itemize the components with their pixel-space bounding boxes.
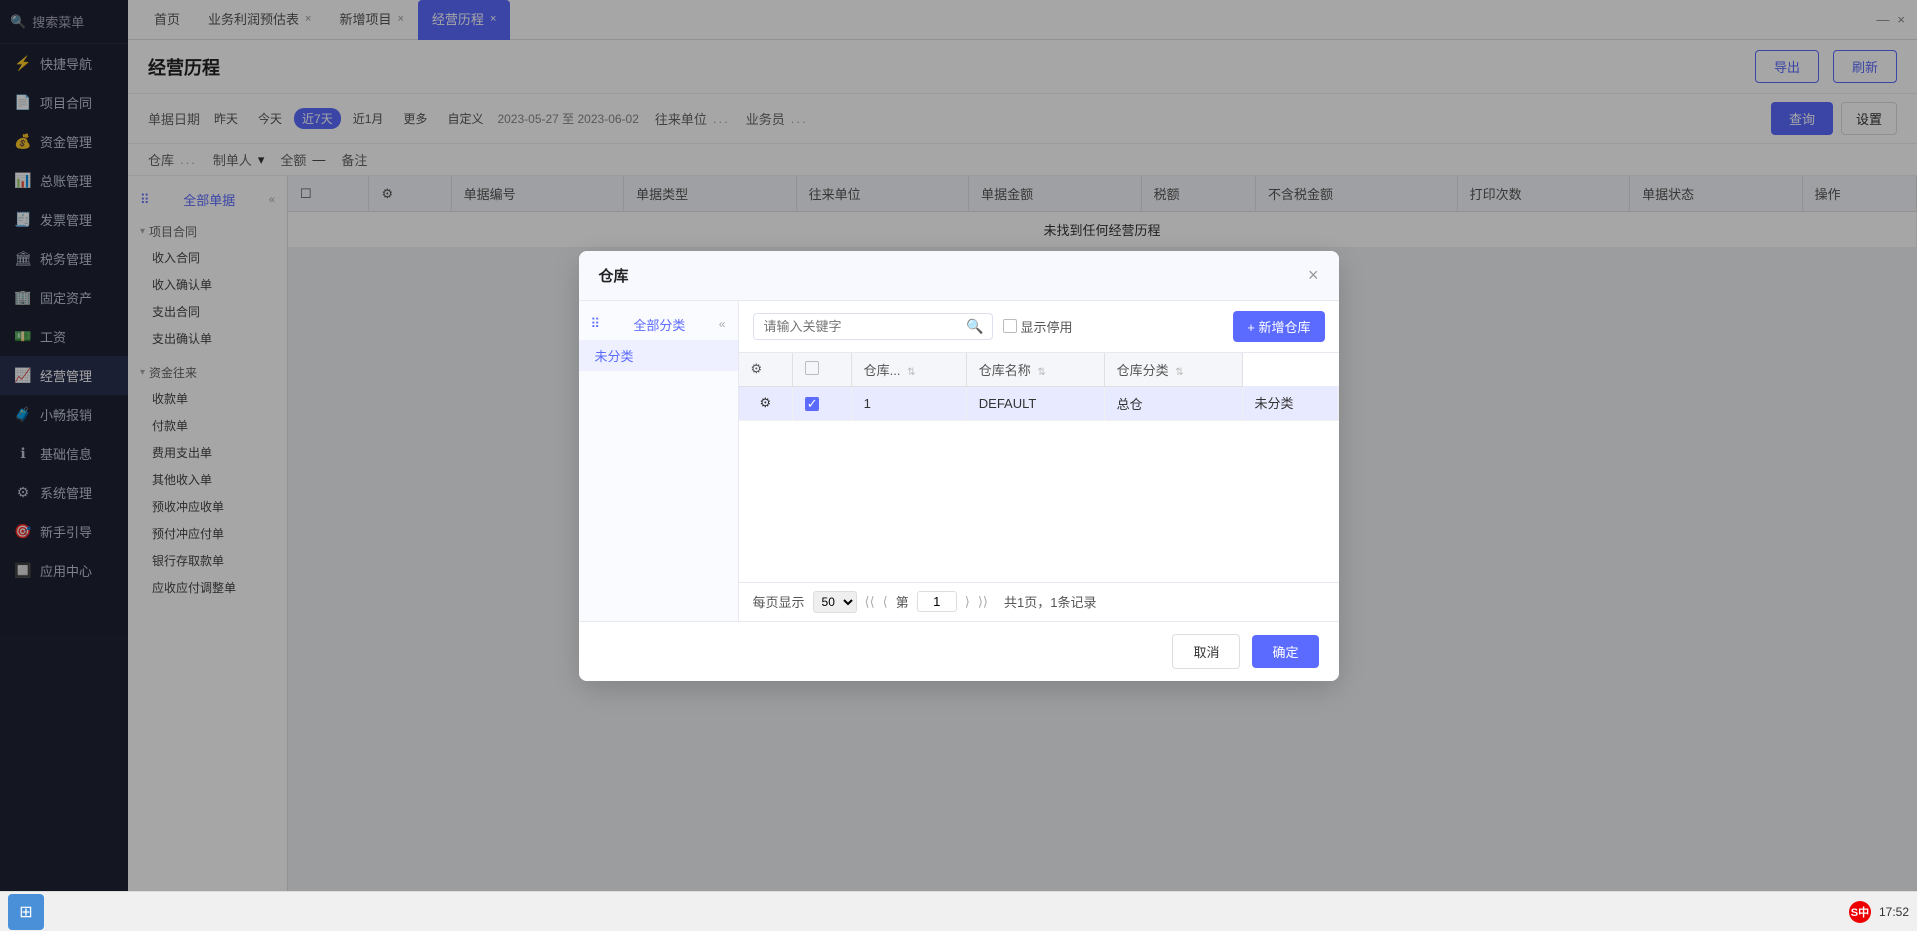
wh-row-code: DEFAULT [966,386,1104,420]
wh-col-category-label: 仓库分类 [1117,363,1169,378]
warehouse-row[interactable]: ⚙ ✓ 1 DEFAULT 总仓 未分类 [739,386,1339,420]
warehouse-table: ⚙ 仓库... ⇅ 仓库名称 ⇅ [739,353,1339,582]
sogou-icon[interactable]: S中 [1849,901,1871,923]
modal-overlay: 仓库 × ⠿ 全部分类 « 未分类 🔍 [0,0,1917,931]
search-input-wrap: 🔍 [753,313,993,340]
wh-col-gear[interactable]: ⚙ [739,353,793,387]
wh-row-gear[interactable]: ⚙ [739,386,793,420]
confirm-button[interactable]: 确定 [1252,635,1318,668]
cancel-button[interactable]: 取消 [1172,634,1240,669]
wh-row-id: 1 [851,386,966,420]
wh-checkbox-all[interactable] [805,361,819,375]
wh-col-name-sort[interactable]: ⇅ [1037,367,1045,378]
modal-header: 仓库 × [579,251,1339,301]
wh-col-category-sort[interactable]: ⇅ [1175,367,1183,378]
modal-last-page-icon[interactable]: ⟩⟩ [978,594,988,610]
modal-prev-page-icon[interactable]: ⟨ [883,594,888,610]
disabled-checkbox[interactable] [1003,319,1017,333]
category-item-unclassified[interactable]: 未分类 [579,340,738,371]
wh-row-checkbox-icon[interactable]: ✓ [805,397,819,411]
wh-row-checkbox[interactable]: ✓ [793,386,851,420]
warehouse-modal: 仓库 × ⠿ 全部分类 « 未分类 🔍 [579,251,1339,681]
taskbar-time: 17:52 [1879,905,1909,919]
modal-first-page-icon[interactable]: ⟨⟨ [865,594,875,610]
wh-row-name: 总仓 [1104,386,1242,420]
category-collapse-btn[interactable]: « [719,317,726,331]
taskbar: ⊞ S中 17:52 [0,891,1917,931]
category-header[interactable]: ⠿ 全部分类 « [579,309,738,340]
wh-table: ⚙ 仓库... ⇅ 仓库名称 ⇅ [739,353,1339,421]
modal-pagination: 每页显示 50 ⟨⟨ ⟨ 第 ⟩ ⟩⟩ 共1页，1条记录 [739,582,1339,621]
taskbar-right: S中 17:52 [1849,901,1909,923]
wh-col-code-sort[interactable]: ⇅ [907,367,915,378]
wh-col-name-label: 仓库名称 [979,363,1031,378]
modal-page-input[interactable] [917,591,957,612]
warehouse-toolbar: 🔍 显示停用 + 新增仓库 [739,301,1339,353]
modal-footer: 取消 确定 [579,621,1339,681]
wh-col-code: 仓库... ⇅ [851,353,966,387]
wh-row-category: 未分类 [1242,386,1338,420]
wh-col-code-label: 仓库... [864,363,901,378]
modal-page-label: 第 [896,592,909,611]
modal-per-page-label: 每页显示 [753,592,805,611]
windows-icon: ⊞ [19,902,32,922]
search-magnifier-icon: 🔍 [958,318,991,335]
taskbar-app-start[interactable]: ⊞ [8,894,44,930]
category-panel: ⠿ 全部分类 « 未分类 [579,301,739,621]
modal-next-page-icon[interactable]: ⟩ [965,594,970,610]
wh-col-category: 仓库分类 ⇅ [1104,353,1242,387]
modal-body: ⠿ 全部分类 « 未分类 🔍 显示停用 [579,301,1339,621]
modal-page-size-select[interactable]: 50 [813,591,857,613]
modal-total-text: 共1页，1条记录 [1004,592,1096,611]
category-header-label: 全部分类 [633,315,685,334]
category-all-icon: ⠿ [591,316,601,332]
modal-title: 仓库 [599,265,629,286]
show-disabled-label: 显示停用 [1021,317,1073,336]
add-warehouse-button[interactable]: + 新增仓库 [1233,311,1324,342]
show-disabled-checkbox[interactable]: 显示停用 [1003,317,1073,336]
wh-col-name: 仓库名称 ⇅ [966,353,1104,387]
warehouse-panel: 🔍 显示停用 + 新增仓库 ⚙ [739,301,1339,621]
modal-close-button[interactable]: × [1308,265,1319,286]
wh-col-checkbox[interactable] [793,353,851,387]
warehouse-search-input[interactable] [754,314,959,339]
